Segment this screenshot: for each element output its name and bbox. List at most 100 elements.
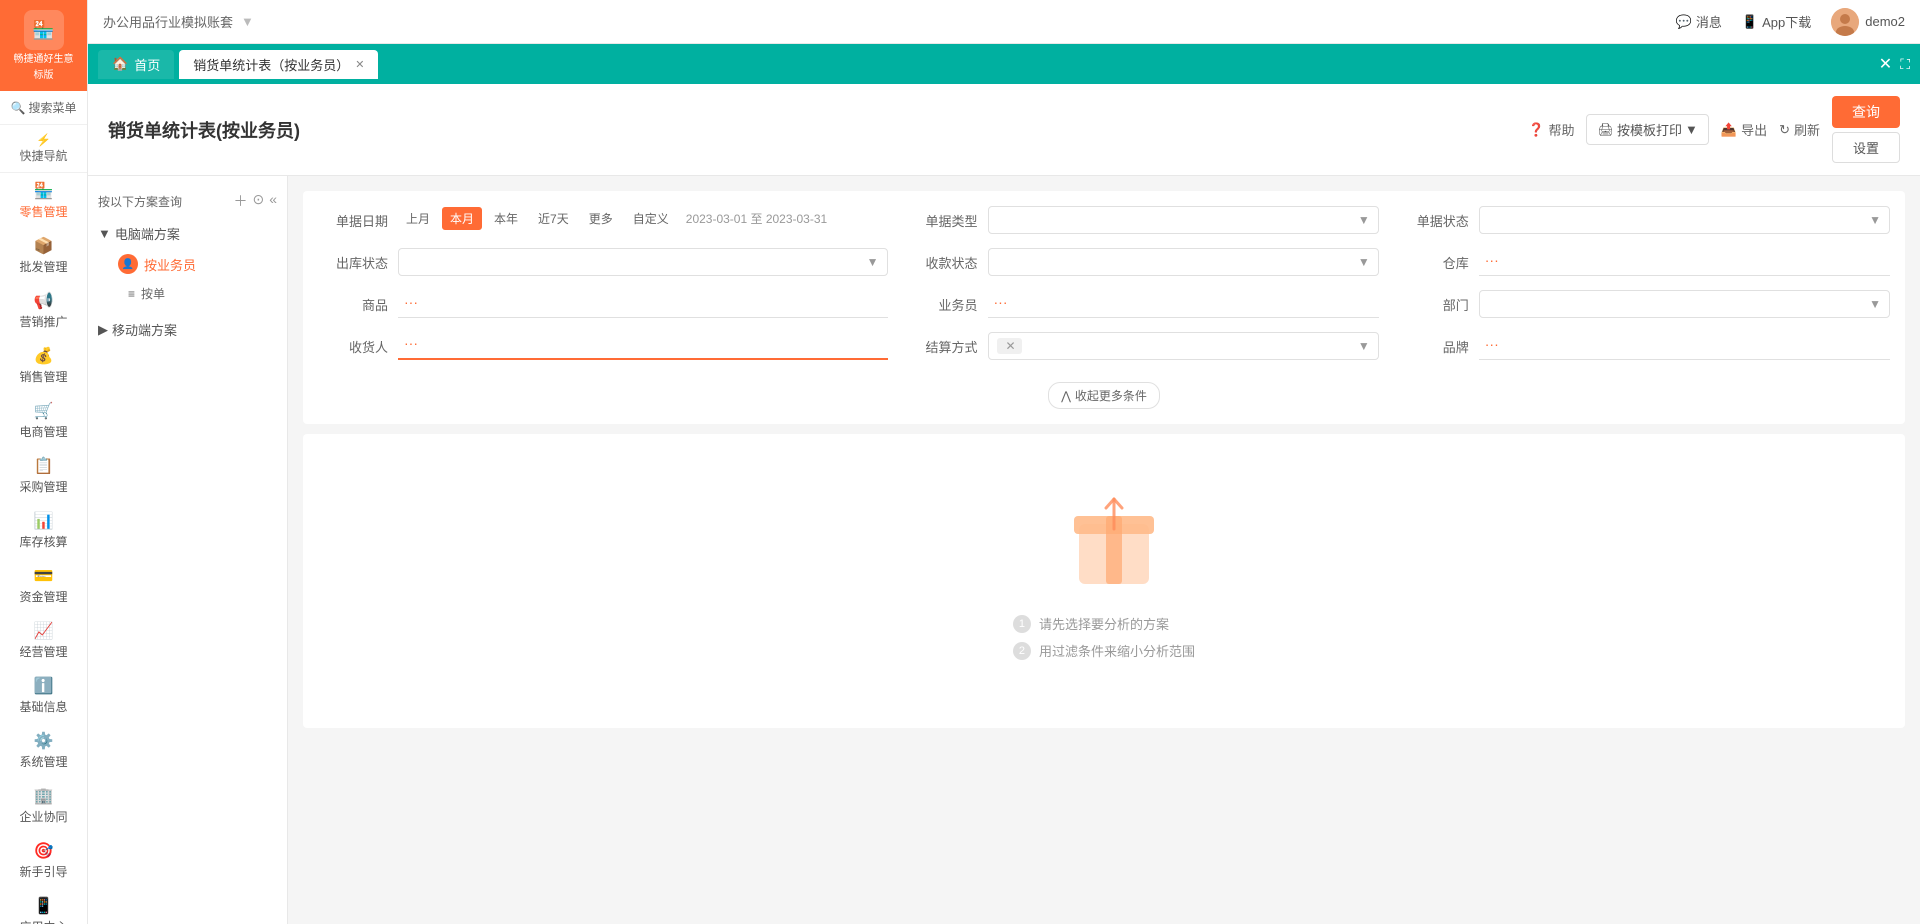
sidebar-item-operation[interactable]: 📈 经营管理	[0, 613, 87, 668]
date-btn-last-month[interactable]: 上月	[398, 207, 438, 230]
window-close-icon[interactable]: ✕	[1879, 54, 1892, 74]
collapse-btn[interactable]: ⋀ 收起更多条件	[1048, 382, 1160, 409]
doc-type-chevron: ▼	[1358, 213, 1370, 227]
date-btn-7days[interactable]: 近7天	[530, 207, 577, 230]
brand-control[interactable]: ···	[1479, 332, 1890, 360]
sidebar-item-retail[interactable]: 🏪 零售管理	[0, 173, 87, 228]
tab-close-icon[interactable]: ✕	[355, 58, 364, 71]
print-icon: 🖨	[1597, 122, 1614, 138]
finance-icon: 💳	[34, 566, 54, 586]
salesman-control[interactable]: ···	[988, 290, 1379, 318]
date-btn-this-year[interactable]: 本年	[486, 207, 526, 230]
window-maximize-icon[interactable]: ⛶	[1900, 56, 1910, 73]
desktop-scheme-group: ▼ 电脑端方案 👤 按业务员 ≡ 按单	[88, 219, 287, 307]
department-filter-group: 部门 ▼	[1399, 290, 1890, 318]
marketing-label: 营销推广	[19, 313, 67, 330]
app-logo: 🏪 畅捷通好生意 标版	[0, 0, 88, 91]
sidebar-item-sales[interactable]: 💰 销售管理	[0, 338, 87, 393]
breadcrumb-chevron: ▼	[241, 14, 254, 29]
left-panel-header: 按以下方案查询 ＋ ⊙ «	[88, 186, 287, 219]
settlement-chevron: ▼	[1358, 339, 1370, 353]
user-avatar-btn[interactable]: demo2	[1831, 8, 1905, 36]
salesman-avatar-icon: 👤	[122, 259, 134, 270]
date-btn-this-month[interactable]: 本月	[442, 207, 482, 230]
template-print-btn[interactable]: 🖨 按模板打印 ▼	[1586, 114, 1708, 145]
export-btn[interactable]: 📤 导出	[1721, 120, 1767, 139]
sidebar-item-appstore[interactable]: 📱 应用中心	[0, 888, 87, 924]
receiver-dots-icon[interactable]: ···	[404, 335, 418, 351]
collapse-panel-icon[interactable]: «	[269, 191, 277, 211]
sidebar-item-enterprise[interactable]: 🏢 企业协同	[0, 778, 87, 833]
settings-button[interactable]: 设置	[1832, 132, 1900, 163]
date-btn-more[interactable]: 更多	[581, 207, 621, 230]
help-btn[interactable]: ❓ 帮助	[1528, 120, 1574, 139]
date-btn-custom[interactable]: 自定义	[625, 207, 677, 230]
salesman-scheme-label: 按业务员	[144, 255, 196, 274]
enterprise-label: 企业协同	[19, 808, 67, 825]
date-shortcuts: 上月 本月 本年 近7天 更多 自定义 2023-03-01 至 2023-03…	[398, 207, 908, 230]
doc-status-label: 单据状态	[1399, 211, 1479, 230]
doc-status-control[interactable]: ▼	[1479, 206, 1890, 234]
sidebar-item-inventory[interactable]: 📊 库存核算	[0, 503, 87, 558]
tab-home[interactable]: 🏠 首页	[98, 50, 174, 79]
salesman-dots-icon[interactable]: ···	[994, 294, 1008, 310]
scheme-item-order[interactable]: ≡ 按单	[93, 280, 282, 307]
sidebar-item-purchase[interactable]: 📋 采购管理	[0, 448, 87, 503]
settlement-tag: ✕	[997, 338, 1022, 354]
tab-sales-stat[interactable]: 销货单统计表（按业务员） ✕	[179, 50, 378, 79]
department-control[interactable]: ▼	[1479, 290, 1890, 318]
goods-control[interactable]: ···	[398, 290, 888, 318]
sidebar-item-marketing[interactable]: 📢 营销推广	[0, 283, 87, 338]
inventory-icon: 📊	[34, 511, 54, 531]
sales-icon: 💰	[34, 346, 54, 366]
page-header: 销货单统计表(按业务员) ❓ 帮助 🖨 按模板打印 ▼ 📤 导出 ↻ 刷新	[88, 84, 1920, 176]
app-download-btn[interactable]: 📱 App下载	[1742, 12, 1811, 31]
refresh-scheme-icon[interactable]: ⊙	[252, 191, 264, 211]
sidebar-item-finance[interactable]: 💳 资金管理	[0, 558, 87, 613]
sidebar-item-system[interactable]: ⚙️ 系统管理	[0, 723, 87, 778]
settlement-tag-close[interactable]: ✕	[1006, 339, 1016, 353]
purchase-label: 采购管理	[19, 478, 67, 495]
sidebar-item-basic[interactable]: ℹ️ 基础信息	[0, 668, 87, 723]
out-status-control[interactable]: ▼	[398, 248, 888, 276]
refresh-btn[interactable]: ↻ 刷新	[1779, 120, 1820, 139]
brand-filter-group: 品牌 ···	[1399, 332, 1890, 360]
date-field-label: 单据日期	[318, 211, 398, 230]
filter-row-4: 收货人 ··· 结算方式 ✕	[318, 332, 1890, 360]
query-button[interactable]: 查询	[1832, 96, 1900, 128]
sidebar-item-quicknav[interactable]: ⚡ 快捷导航	[0, 125, 87, 173]
receiver-control[interactable]: ···	[398, 332, 888, 360]
export-label: 导出	[1741, 120, 1767, 139]
doc-status-filter-group: 单据状态 ▼	[1399, 206, 1890, 234]
message-btn[interactable]: 💬 消息	[1676, 12, 1722, 31]
left-panel-actions: ＋ ⊙ «	[233, 191, 277, 211]
desktop-scheme-arrow: ▼	[98, 226, 111, 241]
warehouse-control[interactable]: ···	[1479, 248, 1890, 276]
tab-home-label: 首页	[134, 55, 160, 74]
warehouse-dots-icon[interactable]: ···	[1485, 252, 1499, 268]
template-print-arrow: ▼	[1685, 122, 1698, 137]
payment-status-control[interactable]: ▼	[988, 248, 1379, 276]
settlement-label: 结算方式	[908, 337, 988, 356]
goods-dots-icon[interactable]: ···	[404, 294, 418, 310]
sidebar-item-wholesale[interactable]: 📦 批发管理	[0, 228, 87, 283]
scheme-item-salesman[interactable]: 👤 按业务员	[93, 248, 282, 280]
template-print-label: 按模板打印	[1617, 120, 1682, 139]
mobile-scheme-label: 移动端方案	[112, 320, 177, 339]
message-label: 消息	[1696, 12, 1722, 31]
refresh-label: 刷新	[1794, 120, 1820, 139]
receiver-label: 收货人	[318, 337, 398, 356]
sidebar-item-newcomer[interactable]: 🎯 新手引导	[0, 833, 87, 888]
brand-dots-icon[interactable]: ···	[1485, 336, 1499, 352]
desktop-scheme-header[interactable]: ▼ 电脑端方案	[93, 219, 282, 248]
sidebar: 🏪 畅捷通好生意 标版 🔍 搜索菜单 ⚡ 快捷导航 🏪 零售管理 📦 批发管理 …	[0, 0, 88, 924]
appstore-label: 应用中心	[19, 918, 67, 924]
doc-type-control[interactable]: ▼	[988, 206, 1379, 234]
settlement-control[interactable]: ✕ ▼	[988, 332, 1379, 360]
sidebar-item-ecommerce[interactable]: 🛒 电商管理	[0, 393, 87, 448]
tip-number-1: 1	[1013, 615, 1031, 633]
search-menu[interactable]: 🔍 搜索菜单	[0, 91, 87, 125]
add-scheme-icon[interactable]: ＋	[233, 191, 247, 211]
mobile-scheme-header[interactable]: ▶ 移动端方案	[88, 315, 287, 344]
payment-status-filter-group: 收款状态 ▼	[908, 248, 1399, 276]
